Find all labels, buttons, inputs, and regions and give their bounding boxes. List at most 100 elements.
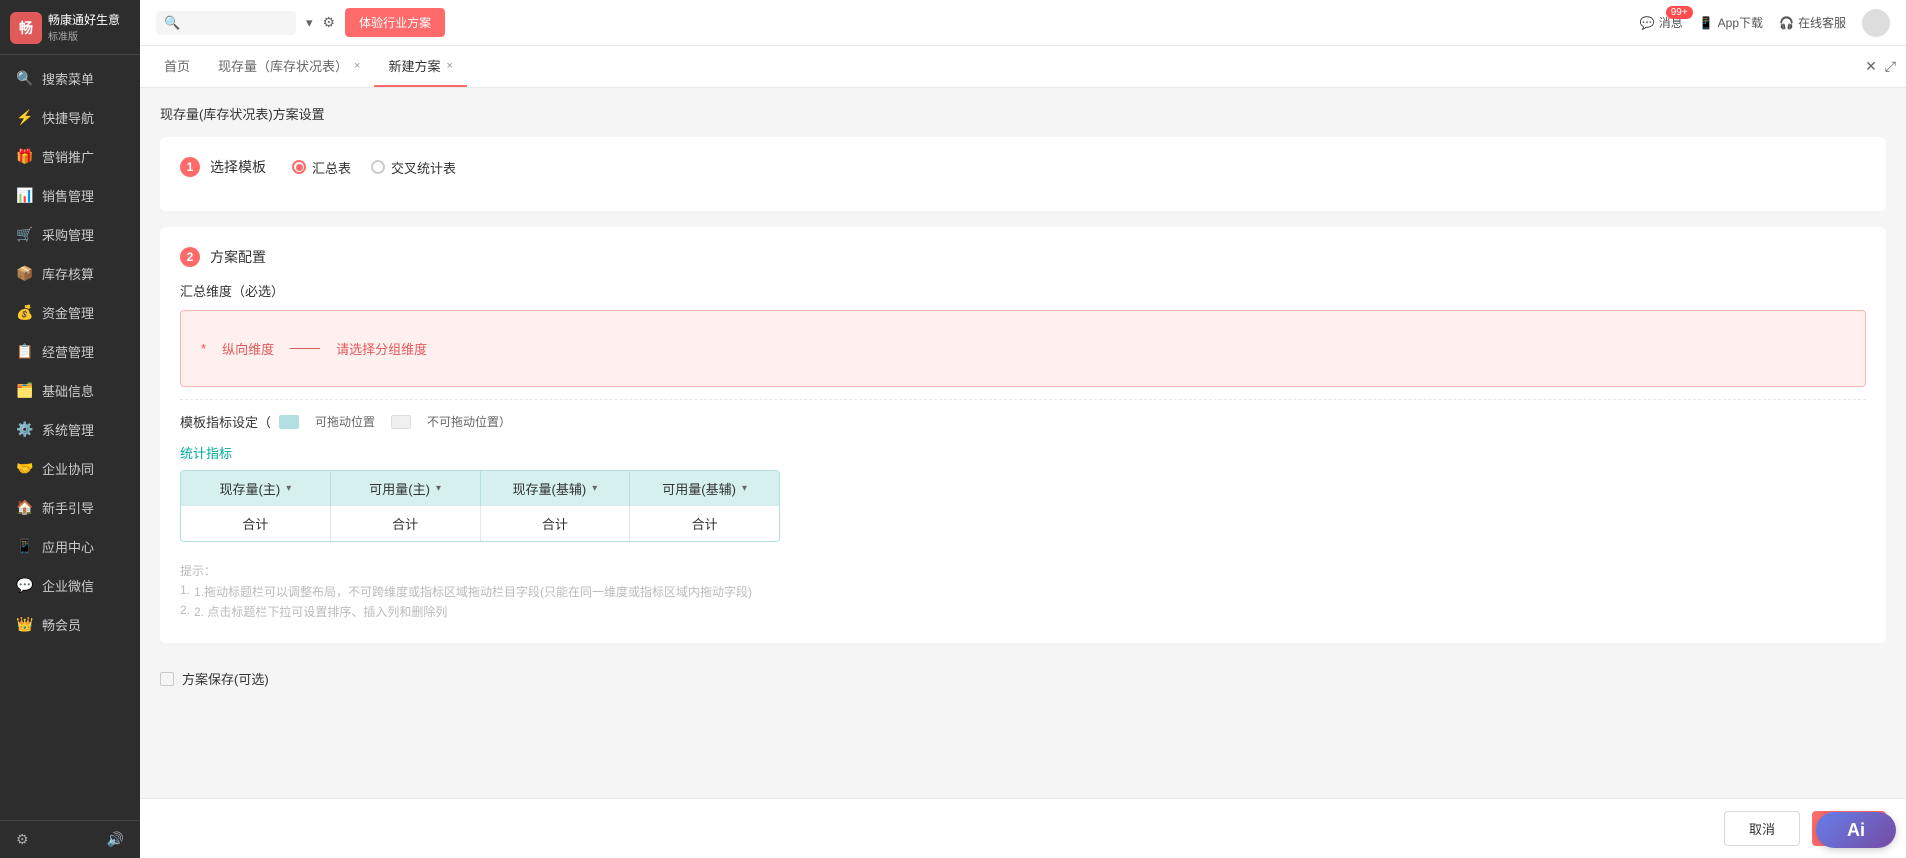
cooperation-icon: 🤝 — [16, 460, 34, 478]
stats-table: 现存量(主) ▾ 可用量(主) ▾ 现存量(基辅) ▾ 可用量(基辅) ▾ — [180, 470, 780, 542]
volume-footer-icon[interactable]: 🔊 — [107, 831, 124, 848]
settings-footer-icon[interactable]: ⚙ — [16, 831, 29, 848]
tab-home[interactable]: 首页 — [150, 46, 204, 87]
stats-col-3-header[interactable]: 可用量(基辅) ▾ — [630, 471, 779, 506]
step2-card: 2 方案配置 汇总维度（必选） * 纵向维度 请选择分组维度 模板指标设定（ 可… — [160, 227, 1886, 643]
tips-section: 提示： 1.拖动标题栏可以调整布局，不可跨维度或指标区域拖动栏目字段(只能在同一… — [180, 562, 1866, 620]
tab-inventory-close-icon[interactable]: × — [354, 60, 360, 72]
stats-col-1-label: 可用量(主) — [369, 479, 430, 498]
save-option-row: 方案保存(可选) — [160, 659, 1886, 698]
radio-summary-circle — [292, 160, 306, 174]
sidebar-item-finance[interactable]: 💰 资金管理 — [0, 293, 140, 332]
chevron-down-icon-3: ▾ — [742, 483, 747, 494]
app-logo-icon: 畅 — [10, 12, 42, 44]
radio-summary-dot — [296, 164, 303, 171]
template-radio-group: 汇总表 交叉统计表 — [292, 158, 456, 177]
chevron-down-icon-1: ▾ — [436, 483, 441, 494]
step2-header: 2 方案配置 — [180, 247, 1866, 267]
tab-close-window-button[interactable]: ✕ — [1865, 58, 1877, 75]
sidebar-item-label: 销售管理 — [42, 186, 94, 205]
app-download-button[interactable]: 📱 App下载 — [1699, 14, 1763, 31]
sidebar-item-label: 快捷导航 — [42, 108, 94, 127]
search-input[interactable] — [184, 16, 284, 30]
user-avatar[interactable] — [1862, 9, 1890, 37]
dim-vertical-label: 纵向维度 — [222, 339, 274, 358]
stats-col-2-header[interactable]: 现存量(基辅) ▾ — [481, 471, 631, 506]
sidebar-item-label: 企业协同 — [42, 459, 94, 478]
tabs-bar: 首页 现存量（库存状况表） × 新建方案 × ✕ ⤢ — [140, 46, 1906, 88]
radio-cross-label: 交叉统计表 — [391, 158, 456, 177]
movable-legend-label: 可拖动位置 — [315, 413, 375, 430]
stats-col-3-body: 合计 — [630, 506, 779, 541]
sidebar-item-label: 资金管理 — [42, 303, 94, 322]
stats-col-0-body: 合计 — [181, 506, 331, 541]
sidebar-item-cooperation[interactable]: 🤝 企业协同 — [0, 449, 140, 488]
tabs-actions: ✕ ⤢ — [1865, 58, 1896, 75]
sidebar-logo: 畅 畅康通好生意 标准版 — [0, 0, 140, 55]
tab-inventory-status[interactable]: 现存量（库存状况表） × — [204, 46, 374, 87]
wechat-icon: 💬 — [16, 577, 34, 595]
tab-expand-button[interactable]: ⤢ — [1885, 58, 1896, 75]
sidebar-nav: 🔍 搜索菜单 ⚡ 快捷导航 🎁 营销推广 📊 销售管理 🛒 采购管理 📦 库存核… — [0, 55, 140, 820]
message-icon: 💬 — [1640, 16, 1655, 30]
guide-icon: 🏠 — [16, 499, 34, 517]
tab-inventory-label: 现存量（库存状况表） — [218, 56, 348, 75]
online-service-button[interactable]: 🎧 在线客服 — [1779, 14, 1846, 31]
tab-new-plan-close-icon[interactable]: × — [446, 60, 452, 72]
topbar-dropdown[interactable]: ▾ — [306, 15, 313, 31]
search-menu-icon: 🔍 — [16, 70, 34, 88]
movable-legend-box — [279, 415, 299, 429]
sidebar-item-inventory[interactable]: 📦 库存核算 — [0, 254, 140, 293]
tab-new-plan[interactable]: 新建方案 × — [374, 46, 466, 87]
sidebar-item-membership[interactable]: 👑 畅会员 — [0, 605, 140, 644]
stats-col-1-header[interactable]: 可用量(主) ▾ — [331, 471, 481, 506]
sidebar-item-search-menu[interactable]: 🔍 搜索菜单 — [0, 59, 140, 98]
trial-button[interactable]: 体验行业方案 — [345, 8, 445, 37]
fixed-legend-label: 不可拖动位置） — [427, 413, 511, 430]
topbar-search-box[interactable]: 🔍 — [156, 11, 296, 35]
message-button[interactable]: 💬 消息 99+ — [1640, 14, 1683, 31]
sidebar-item-label: 基础信息 — [42, 381, 94, 400]
sidebar-item-system[interactable]: ⚙️ 系统管理 — [0, 410, 140, 449]
dimension-box[interactable]: * 纵向维度 请选择分组维度 — [180, 310, 1866, 387]
sidebar-item-guide[interactable]: 🏠 新手引导 — [0, 488, 140, 527]
sidebar-item-wechat[interactable]: 💬 企业微信 — [0, 566, 140, 605]
topbar-gear-icon[interactable]: ⚙ — [323, 14, 336, 31]
sidebar-item-sales[interactable]: 📊 销售管理 — [0, 176, 140, 215]
ai-badge[interactable]: Ai — [1816, 812, 1896, 848]
save-checkbox[interactable] — [160, 672, 174, 686]
fixed-legend-box — [391, 415, 411, 429]
sidebar-item-quick-nav[interactable]: ⚡ 快捷导航 — [0, 98, 140, 137]
stats-section-title: 统计指标 — [180, 443, 1866, 462]
basic-info-icon: 🗂️ — [16, 382, 34, 400]
step2-label: 方案配置 — [210, 247, 266, 267]
sidebar-item-marketing[interactable]: 🎁 营销推广 — [0, 137, 140, 176]
bottom-bar: 取消 查询 — [140, 798, 1906, 858]
main-area: 🔍 ▾ ⚙ 体验行业方案 💬 消息 99+ 📱 App下载 🎧 在线客服 — [140, 0, 1906, 858]
sidebar-item-operations[interactable]: 📋 经营管理 — [0, 332, 140, 371]
chevron-down-icon-2: ▾ — [592, 483, 597, 494]
sidebar-item-label: 经营管理 — [42, 342, 94, 361]
stats-col-0-header[interactable]: 现存量(主) ▾ — [181, 471, 331, 506]
sidebar-item-basic-info[interactable]: 🗂️ 基础信息 — [0, 371, 140, 410]
sidebar-item-label: 搜索菜单 — [42, 69, 94, 88]
radio-cross-circle — [371, 160, 385, 174]
radio-cross[interactable]: 交叉统计表 — [371, 158, 456, 177]
topbar-right: 💬 消息 99+ 📱 App下载 🎧 在线客服 — [1640, 9, 1890, 37]
sidebar-item-label: 企业微信 — [42, 576, 94, 595]
tip-item-1: 1.拖动标题栏可以调整布局，不可跨维度或指标区域拖动栏目字段(只能在同一维度或指… — [180, 583, 1866, 600]
sidebar: 畅 畅康通好生意 标准版 🔍 搜索菜单 ⚡ 快捷导航 🎁 营销推广 📊 销售管理… — [0, 0, 140, 858]
sidebar-item-label: 畅会员 — [42, 615, 81, 634]
dim-placeholder-text: 请选择分组维度 — [336, 339, 427, 358]
sidebar-footer: ⚙ 🔊 — [0, 820, 140, 858]
search-icon: 🔍 — [164, 15, 180, 31]
tab-new-plan-label: 新建方案 — [388, 56, 440, 75]
cancel-button[interactable]: 取消 — [1724, 811, 1800, 846]
save-option-label: 方案保存(可选) — [182, 669, 269, 688]
sidebar-item-app-center[interactable]: 📱 应用中心 — [0, 527, 140, 566]
stats-col-2-label: 现存量(基辅) — [513, 479, 587, 498]
radio-summary[interactable]: 汇总表 — [292, 158, 351, 177]
sidebar-item-purchase[interactable]: 🛒 采购管理 — [0, 215, 140, 254]
content-area: 现存量(库存状况表)方案设置 1 选择模板 汇总表 交叉统计表 — [140, 88, 1906, 798]
dropdown-icon: ▾ — [306, 15, 313, 31]
